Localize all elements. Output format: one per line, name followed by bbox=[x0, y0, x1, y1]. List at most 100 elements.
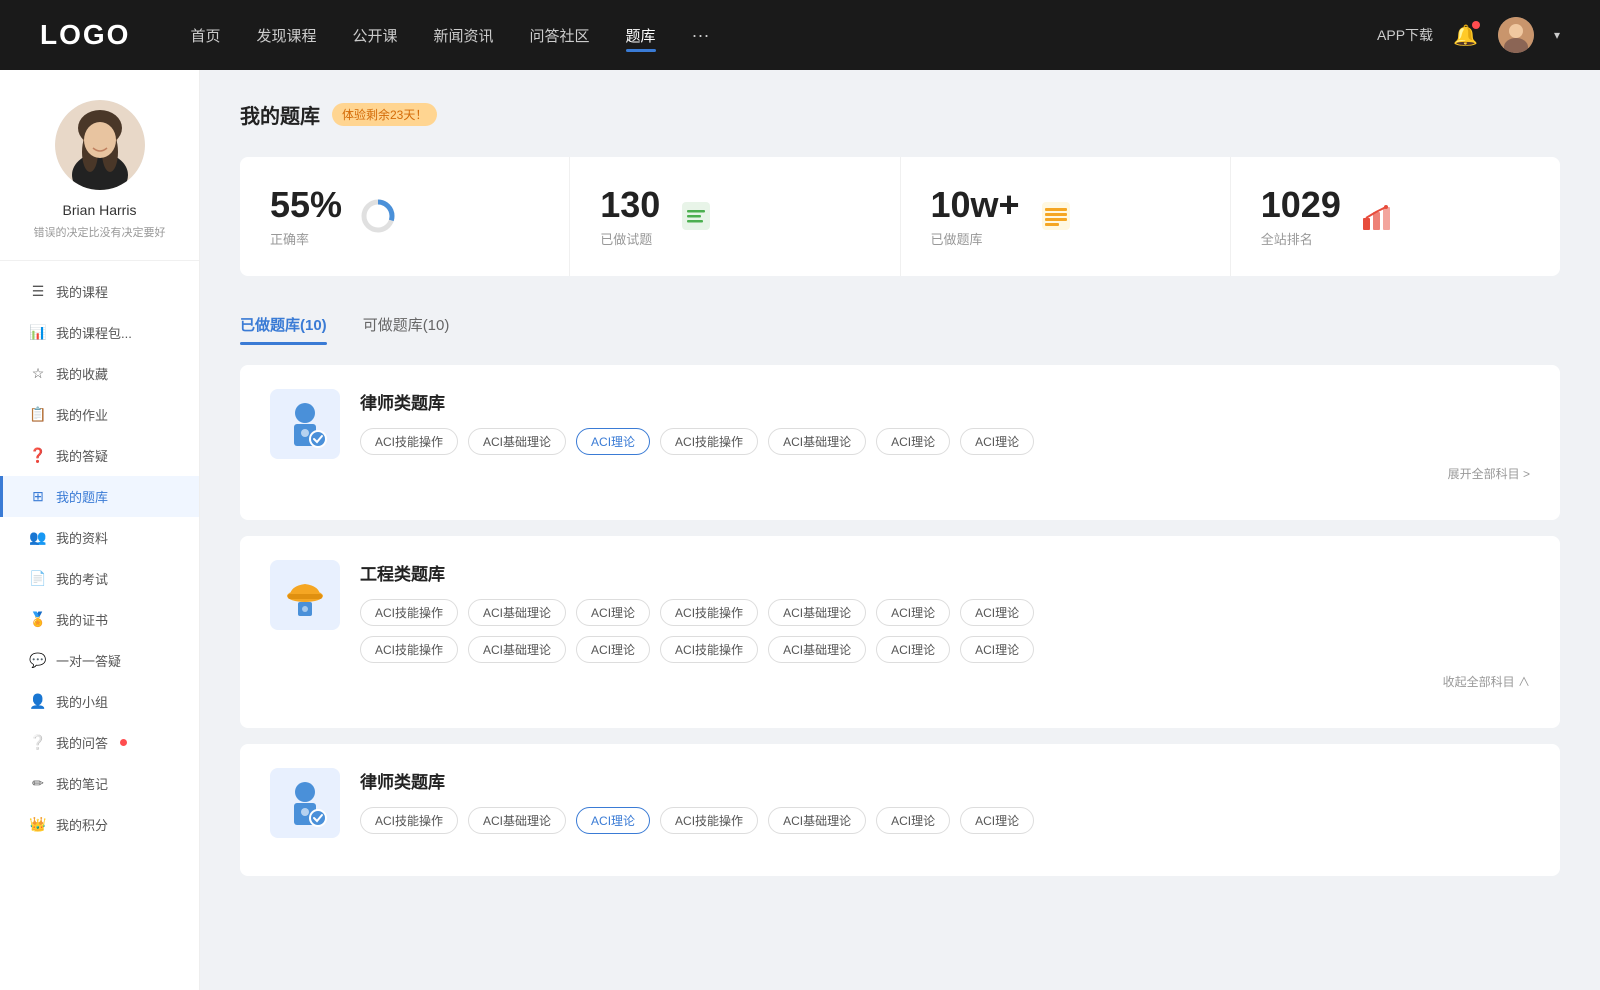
tag-2b-6[interactable]: ACI理论 bbox=[960, 636, 1034, 663]
sidebar-profile: Brian Harris 错误的决定比没有决定要好 bbox=[0, 100, 199, 261]
tag-2b-4[interactable]: ACI基础理论 bbox=[768, 636, 866, 663]
tag-1-3[interactable]: ACI技能操作 bbox=[660, 428, 758, 455]
tag-1-6[interactable]: ACI理论 bbox=[960, 428, 1034, 455]
tag-2b-1[interactable]: ACI基础理论 bbox=[468, 636, 566, 663]
tag-1-1[interactable]: ACI基础理论 bbox=[468, 428, 566, 455]
nav-home[interactable]: 首页 bbox=[190, 25, 220, 46]
sidebar-item-homework[interactable]: 📋 我的作业 bbox=[0, 394, 199, 435]
tag-2-3[interactable]: ACI技能操作 bbox=[660, 599, 758, 626]
qbank-icon-engineer bbox=[270, 560, 340, 630]
tag-3-5[interactable]: ACI理论 bbox=[876, 807, 950, 834]
qbank-card-2: 工程类题库 ACI技能操作 ACI基础理论 ACI理论 ACI技能操作 ACI基… bbox=[240, 536, 1560, 728]
star-icon: ☆ bbox=[30, 366, 46, 382]
tag-2b-3[interactable]: ACI技能操作 bbox=[660, 636, 758, 663]
nav-right: APP下载 🔔 ▾ bbox=[1377, 17, 1560, 53]
sidebar-item-qa[interactable]: ❓ 我的答疑 bbox=[0, 435, 199, 476]
tag-2-0[interactable]: ACI技能操作 bbox=[360, 599, 458, 626]
tag-1-5[interactable]: ACI理论 bbox=[876, 428, 950, 455]
sidebar-item-certificate[interactable]: 🏅 我的证书 bbox=[0, 599, 199, 640]
site-rank-icon bbox=[1357, 196, 1397, 236]
sidebar-item-notes[interactable]: ✏ 我的笔记 bbox=[0, 763, 199, 804]
tab-done-banks[interactable]: 已做题库(10) bbox=[240, 304, 327, 345]
done-banks-value: 10w+ bbox=[931, 185, 1020, 225]
tag-2-4[interactable]: ACI基础理论 bbox=[768, 599, 866, 626]
sidebar-item-one-on-one[interactable]: 💬 一对一答疑 bbox=[0, 640, 199, 681]
tag-2-6[interactable]: ACI理论 bbox=[960, 599, 1034, 626]
qbank-card-3: 律师类题库 ACI技能操作 ACI基础理论 ACI理论 ACI技能操作 ACI基… bbox=[240, 744, 1560, 876]
tag-3-6[interactable]: ACI理论 bbox=[960, 807, 1034, 834]
stat-done-questions: 130 已做试题 bbox=[570, 157, 900, 276]
done-questions-value: 130 bbox=[600, 185, 660, 225]
sidebar-item-courses[interactable]: ☰ 我的课程 bbox=[0, 271, 199, 312]
tag-1-4[interactable]: ACI基础理论 bbox=[768, 428, 866, 455]
trial-badge: 体验剩余23天！ bbox=[332, 103, 437, 126]
notification-bell[interactable]: 🔔 bbox=[1453, 23, 1478, 48]
tag-3-1[interactable]: ACI基础理论 bbox=[468, 807, 566, 834]
profile-motto: 错误的决定比没有决定要好 bbox=[20, 224, 179, 240]
site-rank-value: 1029 bbox=[1261, 185, 1341, 225]
tags-row-2a: ACI技能操作 ACI基础理论 ACI理论 ACI技能操作 ACI基础理论 AC… bbox=[360, 599, 1530, 626]
tab-available-banks[interactable]: 可做题库(10) bbox=[363, 304, 450, 345]
tag-2b-2[interactable]: ACI理论 bbox=[576, 636, 650, 663]
tag-2b-0[interactable]: ACI技能操作 bbox=[360, 636, 458, 663]
tag-3-4[interactable]: ACI基础理论 bbox=[768, 807, 866, 834]
done-banks-icon bbox=[1036, 196, 1076, 236]
tag-2b-5[interactable]: ACI理论 bbox=[876, 636, 950, 663]
tags-row-3: ACI技能操作 ACI基础理论 ACI理论 ACI技能操作 ACI基础理论 AC… bbox=[360, 807, 1530, 834]
group-icon: 👤 bbox=[30, 694, 46, 710]
done-banks-label: 已做题库 bbox=[931, 229, 1020, 248]
sidebar-item-exam[interactable]: 📄 我的考试 bbox=[0, 558, 199, 599]
stat-done-banks: 10w+ 已做题库 bbox=[901, 157, 1231, 276]
qbank-title-1: 律师类题库 bbox=[360, 389, 1530, 414]
site-rank-label: 全站排名 bbox=[1261, 229, 1341, 248]
nav-qbank[interactable]: 题库 bbox=[626, 25, 656, 46]
profile-avatar bbox=[55, 100, 145, 190]
tag-2-5[interactable]: ACI理论 bbox=[876, 599, 950, 626]
avatar-dropdown-arrow[interactable]: ▾ bbox=[1554, 28, 1560, 42]
sidebar: Brian Harris 错误的决定比没有决定要好 ☰ 我的课程 📊 我的课程包… bbox=[0, 70, 200, 990]
sidebar-item-course-packages[interactable]: 📊 我的课程包... bbox=[0, 312, 199, 353]
stat-accuracy: 55% 正确率 bbox=[240, 157, 570, 276]
chart-bar-icon: 📊 bbox=[30, 325, 46, 341]
certificate-icon: 🏅 bbox=[30, 612, 46, 628]
chat-bubble-icon: 💬 bbox=[30, 653, 46, 669]
logo: LOGO bbox=[40, 19, 130, 51]
tag-1-0[interactable]: ACI技能操作 bbox=[360, 428, 458, 455]
nav-open-course[interactable]: 公开课 bbox=[352, 25, 397, 46]
clipboard-icon: 📋 bbox=[30, 407, 46, 423]
navbar: LOGO 首页 发现课程 公开课 新闻资讯 问答社区 题库 ··· APP下载 … bbox=[0, 0, 1600, 70]
pencil-icon: ✏ bbox=[30, 776, 46, 792]
sidebar-item-qbank[interactable]: ⊞ 我的题库 bbox=[0, 476, 199, 517]
page-header: 我的题库 体验剩余23天！ bbox=[240, 100, 1560, 129]
sidebar-item-profile[interactable]: 👥 我的资料 bbox=[0, 517, 199, 558]
nav-links: 首页 发现课程 公开课 新闻资讯 问答社区 题库 ··· bbox=[190, 25, 1377, 46]
tag-3-2[interactable]: ACI理论 bbox=[576, 807, 650, 834]
avatar-image bbox=[1498, 17, 1534, 53]
done-questions-label: 已做试题 bbox=[600, 229, 660, 248]
qbank-title-2: 工程类题库 bbox=[360, 560, 1530, 585]
tag-2-2[interactable]: ACI理论 bbox=[576, 599, 650, 626]
accuracy-value: 55% bbox=[270, 185, 342, 225]
accuracy-label: 正确率 bbox=[270, 229, 342, 248]
avatar[interactable] bbox=[1498, 17, 1534, 53]
sidebar-item-groups[interactable]: 👤 我的小组 bbox=[0, 681, 199, 722]
qbank-icon-lawyer-2 bbox=[270, 768, 340, 838]
collapse-link-2[interactable]: 收起全部科目 ∧ bbox=[360, 673, 1530, 690]
nav-qa[interactable]: 问答社区 bbox=[530, 25, 590, 46]
nav-discover[interactable]: 发现课程 bbox=[256, 25, 316, 46]
main-wrapper: Brian Harris 错误的决定比没有决定要好 ☰ 我的课程 📊 我的课程包… bbox=[0, 70, 1600, 990]
expand-link-1[interactable]: 展开全部科目 > bbox=[360, 465, 1530, 482]
done-questions-icon bbox=[676, 196, 716, 236]
tag-1-2[interactable]: ACI理论 bbox=[576, 428, 650, 455]
nav-news[interactable]: 新闻资讯 bbox=[434, 25, 494, 46]
sidebar-item-my-qa[interactable]: ❔ 我的问答 bbox=[0, 722, 199, 763]
tag-3-0[interactable]: ACI技能操作 bbox=[360, 807, 458, 834]
tags-row-2b: ACI技能操作 ACI基础理论 ACI理论 ACI技能操作 ACI基础理论 AC… bbox=[360, 636, 1530, 663]
nav-more[interactable]: ··· bbox=[692, 25, 710, 46]
tag-3-3[interactable]: ACI技能操作 bbox=[660, 807, 758, 834]
app-download-btn[interactable]: APP下载 bbox=[1377, 25, 1433, 45]
tag-2-1[interactable]: ACI基础理论 bbox=[468, 599, 566, 626]
sidebar-item-points[interactable]: 👑 我的积分 bbox=[0, 804, 199, 845]
main-content: 我的题库 体验剩余23天！ 55% 正确率 1 bbox=[200, 70, 1600, 990]
sidebar-item-favorites[interactable]: ☆ 我的收藏 bbox=[0, 353, 199, 394]
